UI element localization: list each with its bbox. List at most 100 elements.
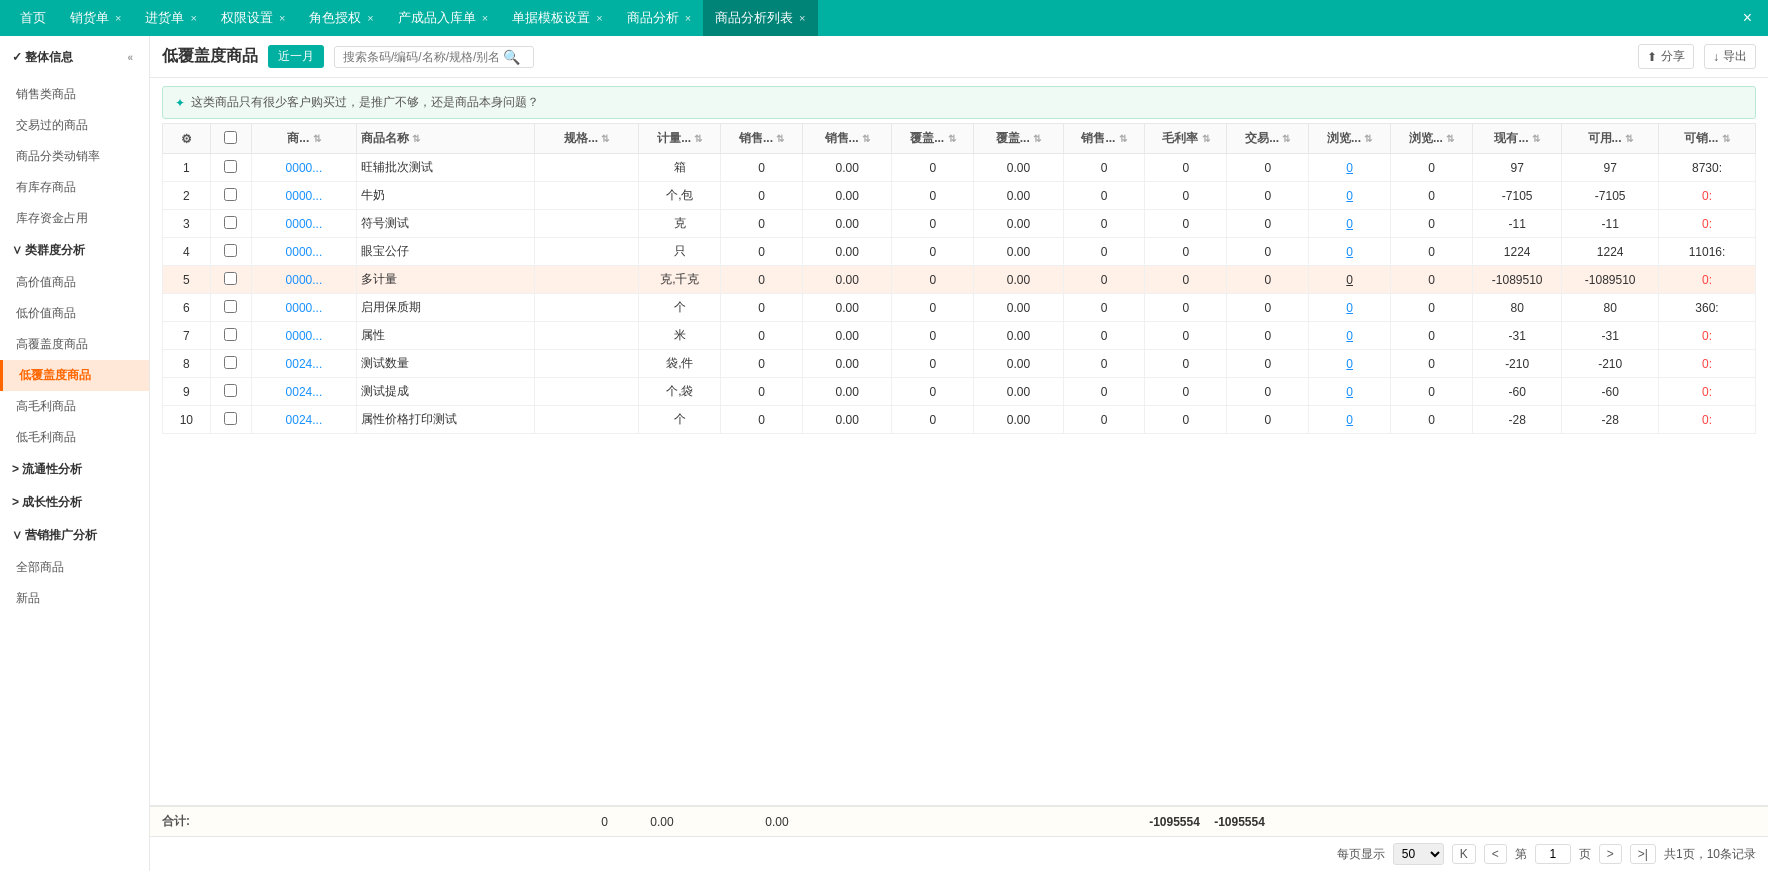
first-page-button[interactable]: K (1452, 844, 1476, 864)
sidebar-item-low-coverage[interactable]: 低覆盖度商品 (0, 360, 149, 391)
row-browse1[interactable]: 0 (1309, 154, 1391, 182)
row-checkbox[interactable] (210, 294, 252, 322)
row-checkbox[interactable] (210, 266, 252, 294)
row-txn: 0 (1227, 266, 1309, 294)
row-sale-days: 0 (1063, 238, 1145, 266)
nav-template-settings[interactable]: 单据模板设置 × (500, 0, 614, 36)
settings-icon[interactable]: ⚙ (181, 132, 192, 146)
share-icon: ⬆ (1647, 50, 1657, 64)
nav-sales-order[interactable]: 销货单 × (58, 0, 133, 36)
row-stock: 80 (1472, 294, 1561, 322)
collapse-icon[interactable]: « (123, 44, 137, 71)
close-icon[interactable]: × (367, 12, 373, 24)
sidebar-item-low-value[interactable]: 低价值商品 (0, 298, 149, 329)
sidebar-item-traded-goods[interactable]: 交易过的商品 (0, 110, 149, 141)
close-icon[interactable]: × (799, 12, 805, 24)
sidebar-section-marketing[interactable]: ∨ 营销推广分析 (0, 519, 149, 552)
nav-production-inbound[interactable]: 产成品入库单 × (386, 0, 500, 36)
close-icon[interactable]: × (115, 12, 121, 24)
share-button[interactable]: ⬆ 分享 (1638, 44, 1694, 69)
sidebar-item-in-stock[interactable]: 有库存商品 (0, 172, 149, 203)
sidebar-item-all-goods[interactable]: 全部商品 (0, 552, 149, 583)
sidebar-section-overview[interactable]: ✓ 整体信息 « (0, 36, 149, 79)
select-all-checkbox[interactable] (224, 131, 237, 144)
row-browse1[interactable]: 0 (1309, 406, 1391, 434)
search-icon[interactable]: 🔍 (503, 49, 520, 65)
time-filter-button[interactable]: 近一月 (268, 45, 324, 68)
row-txn: 0 (1227, 350, 1309, 378)
last-page-button[interactable]: >| (1630, 844, 1656, 864)
sidebar-section-coverage[interactable]: ∨ 类群度分析 (0, 234, 149, 267)
footer-avail: -1095554 (1142, 815, 1207, 829)
nav-permission[interactable]: 权限设置 × (209, 0, 297, 36)
row-browse1[interactable]: 0 (1309, 238, 1391, 266)
row-checkbox[interactable] (210, 238, 252, 266)
export-button[interactable]: ↓ 导出 (1704, 44, 1756, 69)
nav-purchase-order[interactable]: 进货单 × (133, 0, 208, 36)
per-page-select[interactable]: 50 20 100 (1393, 843, 1444, 865)
row-name: 牛奶 (356, 182, 535, 210)
row-sale-days: 0 (1063, 406, 1145, 434)
sidebar-item-new-goods[interactable]: 新品 (0, 583, 149, 614)
row-cov1: 0 (892, 154, 974, 182)
row-browse1[interactable]: 0 (1309, 350, 1391, 378)
th-checkbox[interactable] (210, 124, 252, 154)
row-browse1[interactable]: 0 (1309, 322, 1391, 350)
data-table-wrapper[interactable]: ⚙ 商... ⇅ 商品名称 ⇅ 规格... ⇅ 计量... ⇅ 销售... ⇅ … (150, 123, 1768, 805)
prev-page-button[interactable]: < (1484, 844, 1507, 864)
sidebar-section-growth[interactable]: > 成长性分析 (0, 486, 149, 519)
row-checkbox[interactable] (210, 350, 252, 378)
row-num: 2 (163, 182, 211, 210)
row-browse1[interactable]: 0 (1309, 294, 1391, 322)
close-icon[interactable]: × (596, 12, 602, 24)
nav-home[interactable]: 首页 (8, 0, 58, 36)
row-name: 旺辅批次测试 (356, 154, 535, 182)
row-unit: 个,包 (639, 182, 721, 210)
nav-product-analysis-list[interactable]: 商品分析列表 × (703, 0, 817, 36)
row-checkbox[interactable] (210, 406, 252, 434)
close-icon[interactable]: × (279, 12, 285, 24)
nav-role-auth[interactable]: 角色授权 × (297, 0, 385, 36)
page-number-input[interactable] (1535, 844, 1571, 864)
row-sellable: 8730: (1659, 154, 1756, 182)
sidebar-item-category-rate[interactable]: 商品分类动销率 (0, 141, 149, 172)
th-coverage1: 覆盖... ⇅ (892, 124, 974, 154)
sidebar-item-high-coverage[interactable]: 高覆盖度商品 (0, 329, 149, 360)
sidebar-item-fund-usage[interactable]: 库存资金占用 (0, 203, 149, 234)
row-checkbox[interactable] (210, 378, 252, 406)
th-settings[interactable]: ⚙ (163, 124, 211, 154)
row-cov1: 0 (892, 266, 974, 294)
footer-sale-qty: 0 (577, 815, 632, 829)
sidebar-item-low-margin[interactable]: 低毛利商品 (0, 422, 149, 453)
next-page-button[interactable]: > (1599, 844, 1622, 864)
row-browse1[interactable]: 0 (1309, 378, 1391, 406)
row-browse2: 0 (1391, 210, 1473, 238)
row-avail: -28 (1562, 406, 1659, 434)
close-icon[interactable]: × (190, 12, 196, 24)
row-browse1[interactable]: 0 (1309, 182, 1391, 210)
row-checkbox[interactable] (210, 322, 252, 350)
close-icon[interactable]: × (482, 12, 488, 24)
footer-cov2: 0.00 (747, 815, 807, 829)
sidebar-section-flow[interactable]: > 流通性分析 (0, 453, 149, 486)
row-margin: 0 (1145, 350, 1227, 378)
row-browse1[interactable]: 0 (1309, 266, 1391, 294)
sidebar-item-sales-goods[interactable]: 销售类商品 (0, 79, 149, 110)
row-checkbox[interactable] (210, 182, 252, 210)
app-close-button[interactable]: × (1735, 9, 1760, 27)
sidebar-item-high-margin[interactable]: 高毛利商品 (0, 391, 149, 422)
sidebar-item-high-value[interactable]: 高价值商品 (0, 267, 149, 298)
row-browse1[interactable]: 0 (1309, 210, 1391, 238)
row-txn: 0 (1227, 322, 1309, 350)
close-icon[interactable]: × (685, 12, 691, 24)
nav-product-analysis[interactable]: 商品分析 × (615, 0, 703, 36)
row-num: 9 (163, 378, 211, 406)
row-sellable: 0: (1659, 182, 1756, 210)
row-checkbox[interactable] (210, 210, 252, 238)
row-txn: 0 (1227, 294, 1309, 322)
search-input[interactable] (343, 50, 503, 64)
row-spec (535, 266, 639, 294)
row-checkbox[interactable] (210, 154, 252, 182)
row-sale-amt: 0.00 (803, 266, 892, 294)
row-sale-qty: 0 (721, 322, 803, 350)
